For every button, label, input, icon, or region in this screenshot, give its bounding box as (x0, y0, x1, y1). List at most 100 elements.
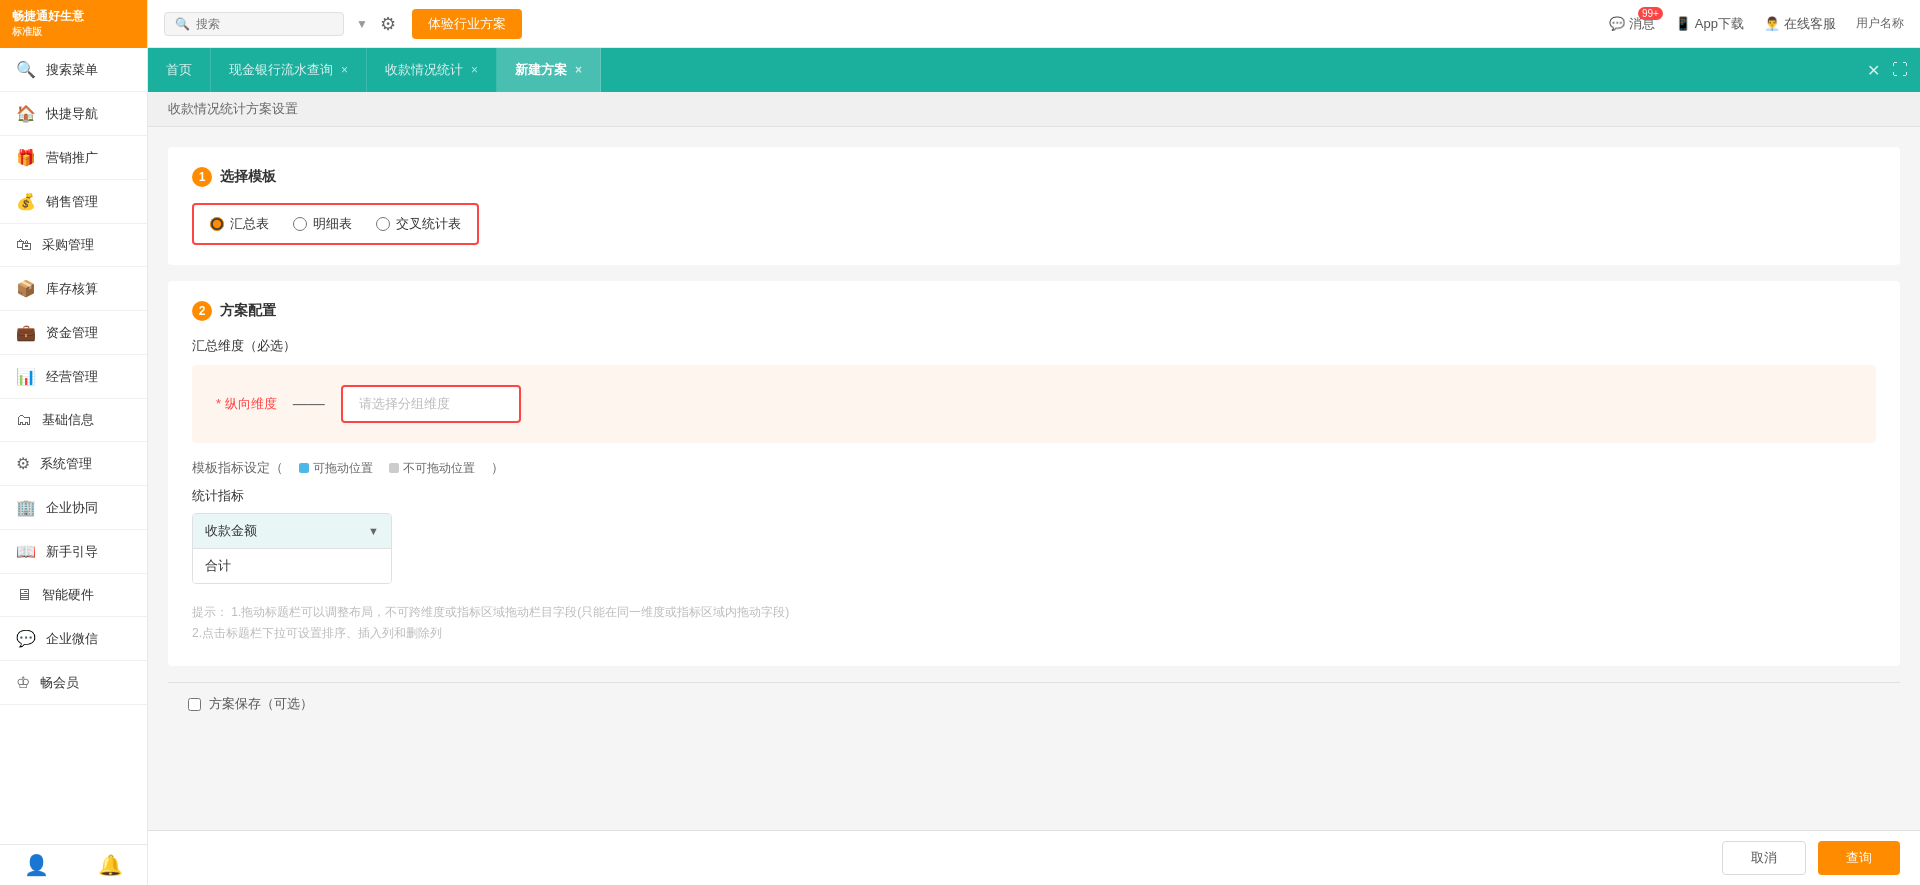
tabbar-actions: ✕ ⛶ (1863, 48, 1920, 92)
hints-section: 提示： 1.拖动标题栏可以调整布局，不可跨维度或指标区域拖动栏目字段(只能在同一… (192, 584, 1876, 642)
dimension-placeholder: 请选择分组维度 (359, 396, 450, 411)
message-badge: 99+ (1638, 7, 1663, 20)
home-icon: 🏠 (16, 104, 36, 123)
metrics-table: 收款金额 ▼ 合计 (192, 513, 392, 584)
sidebar-item-finance[interactable]: 💼 资金管理 (0, 311, 147, 355)
gear-icon: ⚙ (16, 454, 30, 473)
step2-title: 2 方案配置 (192, 301, 1876, 321)
breadcrumb: 收款情况统计方案设置 (148, 92, 1920, 127)
sidebar-item-purchase[interactable]: 🛍 采购管理 (0, 224, 147, 267)
gift-icon: 🎁 (16, 148, 36, 167)
book-icon: 📖 (16, 542, 36, 561)
sidebar-item-label: 企业微信 (46, 630, 98, 648)
metrics-chevron-icon[interactable]: ▼ (368, 525, 379, 537)
sidebar-item-system[interactable]: ⚙ 系统管理 (0, 442, 147, 486)
radio-detail[interactable] (293, 217, 307, 231)
metrics-label-close: ） (491, 459, 504, 477)
sidebar-item-marketing[interactable]: 🎁 营销推广 (0, 136, 147, 180)
main-area: 🔍 ▼ ⚙ 体验行业方案 💬 消息 99+ 📱 App下载 👨‍💼 在线客服 用… (148, 0, 1920, 885)
sidebar-item-search[interactable]: 🔍 搜索菜单 (0, 48, 147, 92)
building-icon: 🏢 (16, 498, 36, 517)
sidebar-item-business[interactable]: 📊 经营管理 (0, 355, 147, 399)
tab-new-plan[interactable]: 新建方案 × (497, 48, 601, 92)
chart-icon: 📊 (16, 367, 36, 386)
query-button[interactable]: 查询 (1818, 841, 1900, 875)
sidebar-item-member[interactable]: ♔ 畅会员 (0, 661, 147, 705)
tab-home[interactable]: 首页 (148, 48, 211, 92)
sidebar-item-label: 快捷导航 (46, 105, 98, 123)
step2-title-text: 方案配置 (220, 302, 276, 320)
step1-title: 1 选择模板 (192, 167, 1876, 187)
tab-receipt-stat[interactable]: 收款情况统计 × (367, 48, 497, 92)
folder-icon: 🗂 (16, 411, 32, 429)
monitor-icon: 🖥 (16, 586, 32, 604)
search-input[interactable] (196, 17, 336, 31)
dimension-selector[interactable]: 请选择分组维度 (341, 385, 521, 423)
sidebar-bottom-notify[interactable]: 🔔 (74, 845, 148, 885)
tab-receipt-stat-close[interactable]: × (471, 63, 478, 77)
sidebar-item-label: 销售管理 (46, 193, 98, 211)
option-cross-label: 交叉统计表 (396, 215, 461, 233)
tab-bank-flow-label: 现金银行流水查询 (229, 61, 333, 79)
sidebar-item-corp[interactable]: 🏢 企业协同 (0, 486, 147, 530)
save-plan-checkbox[interactable] (188, 698, 201, 711)
template-section: 1 选择模板 汇总表 明细表 交叉统计表 (168, 147, 1900, 265)
sidebar-item-label: 库存核算 (46, 280, 98, 298)
draggable-dot (299, 463, 309, 473)
cancel-button[interactable]: 取消 (1722, 841, 1806, 875)
hint-1: 提示： 1.拖动标题栏可以调整布局，不可跨维度或指标区域拖动栏目字段(只能在同一… (192, 604, 1876, 621)
sidebar-item-quick-nav[interactable]: 🏠 快捷导航 (0, 92, 147, 136)
service-icon: 👨‍💼 (1764, 16, 1780, 31)
dimension-row: * 纵向维度 —— 请选择分组维度 (216, 385, 1852, 423)
sidebar-bottom: 👤 🔔 (0, 844, 147, 885)
arrow-icon: —— (293, 395, 325, 413)
metrics-table-row: 合计 (193, 549, 391, 583)
hint-2: 2.点击标题栏下拉可设置排序、插入列和删除列 (192, 625, 1876, 642)
radio-cross[interactable] (376, 217, 390, 231)
search-dropdown-icon[interactable]: ▼ (356, 17, 368, 31)
step1-title-text: 选择模板 (220, 168, 276, 186)
option-detail[interactable]: 明细表 (293, 215, 352, 233)
search-icon: 🔍 (16, 60, 36, 79)
search-box[interactable]: 🔍 (164, 12, 344, 36)
metrics-settings-label: 模板指标设定（ 可拖动位置 不可拖动位置 ） (192, 459, 1876, 477)
vertical-dim-label: * 纵向维度 (216, 395, 277, 413)
tab-bank-flow[interactable]: 现金银行流水查询 × (211, 48, 367, 92)
maximize-icon[interactable]: ⛶ (1888, 57, 1912, 83)
sidebar-item-sales[interactable]: 💰 销售管理 (0, 180, 147, 224)
settings-icon[interactable]: ⚙ (380, 13, 396, 35)
metrics-config-label: 模板指标设定（ (192, 459, 283, 477)
tab-new-plan-close[interactable]: × (575, 63, 582, 77)
online-service-item[interactable]: 👨‍💼 在线客服 (1764, 15, 1836, 33)
briefcase-icon: 💼 (16, 323, 36, 342)
plan-config-section: 2 方案配置 汇总维度（必选） * 纵向维度 —— 请选择分组维度 (168, 281, 1900, 666)
tab-bank-flow-close[interactable]: × (341, 63, 348, 77)
logo: 畅捷通好生意 标准版 (0, 0, 147, 48)
money-icon: 💰 (16, 192, 36, 211)
template-options: 汇总表 明细表 交叉统计表 (192, 203, 479, 245)
sidebar-item-inventory[interactable]: 📦 库存核算 (0, 267, 147, 311)
non-draggable-label: 不可拖动位置 (403, 460, 475, 477)
radio-summary[interactable] (210, 217, 224, 231)
app-download-item[interactable]: 📱 App下载 (1675, 15, 1744, 33)
sidebar: 畅捷通好生意 标准版 🔍 搜索菜单 🏠 快捷导航 🎁 营销推广 💰 销售管理 🛍… (0, 0, 148, 885)
metrics-table-header[interactable]: 收款金额 ▼ (193, 514, 391, 549)
sidebar-item-label: 采购管理 (42, 236, 94, 254)
sidebar-bottom-user[interactable]: 👤 (0, 845, 74, 885)
industry-plan-button[interactable]: 体验行业方案 (412, 9, 522, 39)
sidebar-item-wechat[interactable]: 💬 企业微信 (0, 617, 147, 661)
option-cross[interactable]: 交叉统计表 (376, 215, 461, 233)
sidebar-item-label: 新手引导 (46, 543, 98, 561)
sidebar-item-hardware[interactable]: 🖥 智能硬件 (0, 574, 147, 617)
plan-config-body: 汇总维度（必选） * 纵向维度 —— 请选择分组维度 (192, 337, 1876, 642)
option-summary[interactable]: 汇总表 (210, 215, 269, 233)
messages-item[interactable]: 💬 消息 99+ (1609, 15, 1655, 33)
sidebar-item-guide[interactable]: 📖 新手引导 (0, 530, 147, 574)
edition-label: 标准版 (12, 25, 84, 39)
bottom-bar: 取消 查询 (148, 830, 1920, 885)
close-window-icon[interactable]: ✕ (1863, 57, 1884, 84)
non-draggable-dot (389, 463, 399, 473)
sidebar-item-basic[interactable]: 🗂 基础信息 (0, 399, 147, 442)
tab-receipt-stat-label: 收款情况统计 (385, 61, 463, 79)
draggable-label: 可拖动位置 (313, 460, 373, 477)
